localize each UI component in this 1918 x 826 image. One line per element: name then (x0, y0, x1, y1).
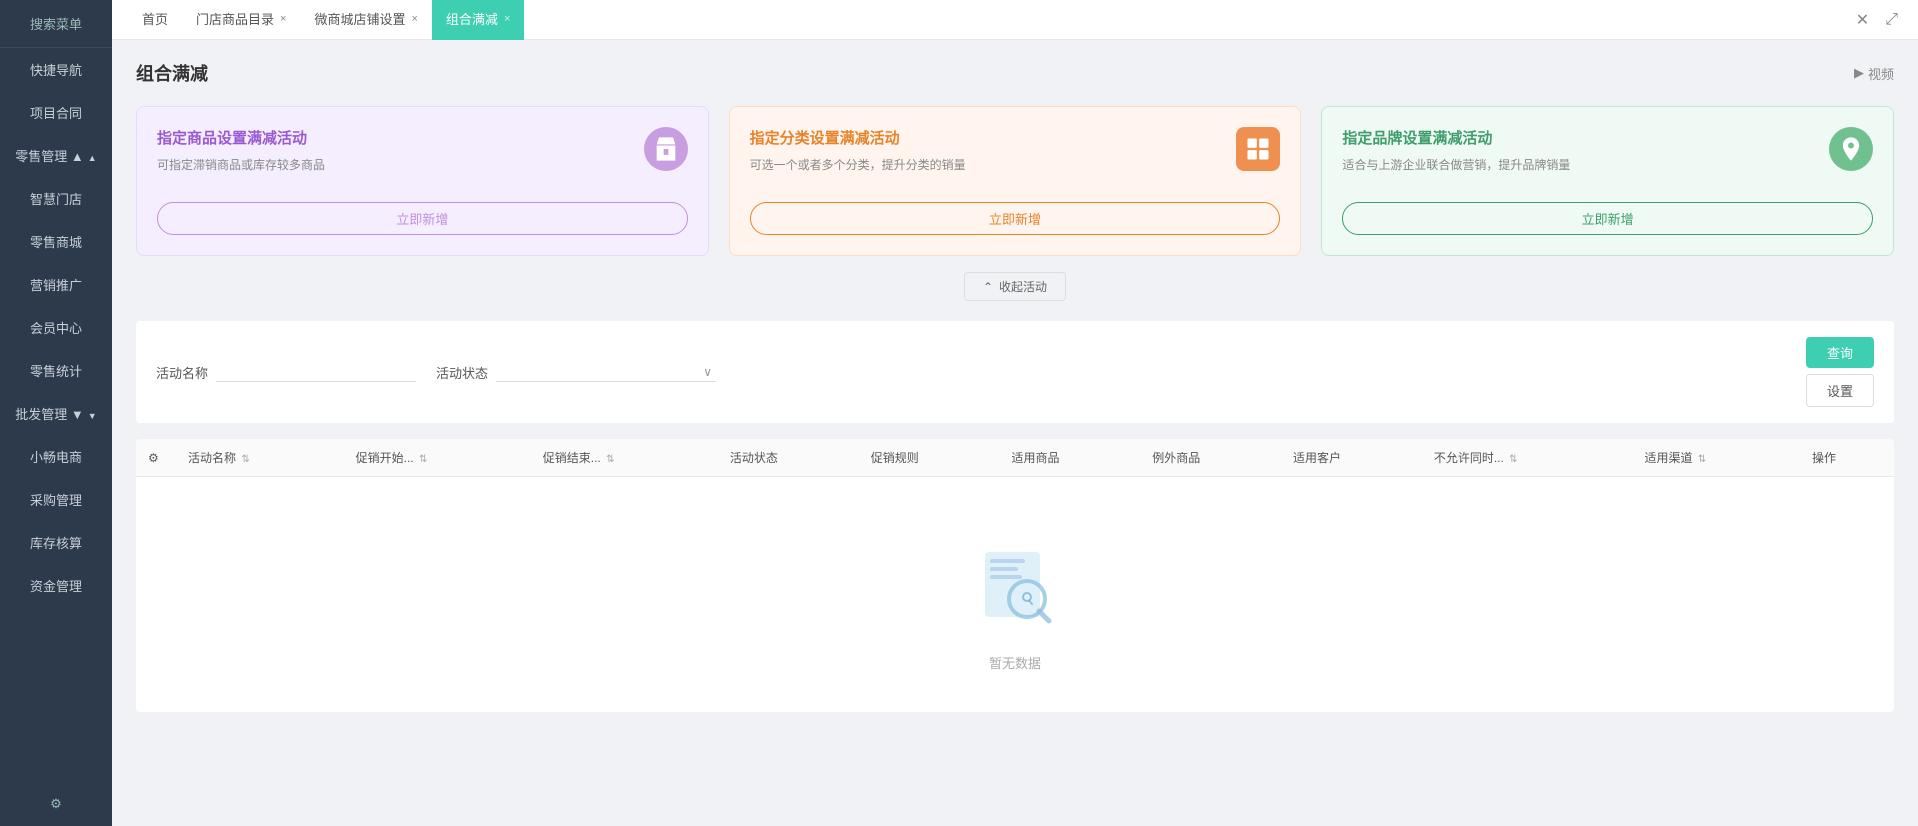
sort-icon: ⇅ (419, 454, 427, 465)
tab-label-wechat-settings: 微商城店铺设置 (314, 9, 405, 28)
tab-close-icon-store-catalog[interactable]: × (280, 13, 286, 25)
promo-cards: 指定商品设置满减活动可指定滞销商品或库存较多商品立即新增指定分类设置满减活动可选… (136, 106, 1894, 256)
table-container: ⚙活动名称 ⇅促销开始... ⇅促销结束... ⇅活动状态促销规则适用商品例外商… (136, 439, 1894, 712)
promo-card-title-specify-category: 指定分类设置满减活动 (750, 127, 1281, 148)
sort-icon: ⇅ (1509, 454, 1517, 465)
activity-status-select-wrapper: 进行中 未开始 已结束 ∨ (496, 362, 716, 382)
promo-card-title-specify-goods: 指定商品设置满减活动 (157, 127, 688, 148)
promo-card-specify-category: 指定分类设置满减活动可选一个或者多个分类，提升分类的销量立即新增 (729, 106, 1302, 256)
page-content: 组合满减 ▶ 视频 指定商品设置满减活动可指定滞销商品或库存较多商品立即新增指定… (112, 40, 1918, 826)
th-except-goods: 例外商品 (1140, 439, 1281, 477)
sidebar-gear-item[interactable]: ⚙ (0, 782, 112, 826)
empty-illustration (965, 537, 1065, 637)
sidebar-item-retail-mgmt[interactable]: 零售管理 ▲ (0, 134, 112, 177)
promo-card-desc-specify-brand: 适合与上游企业联合做营销，提升品牌销量 (1342, 156, 1873, 190)
th-applicable-goods: 适用商品 (999, 439, 1140, 477)
settings-button[interactable]: 设置 (1806, 374, 1874, 407)
tab-close-icon-wechat-settings[interactable]: × (411, 13, 417, 25)
promo-card-icon-specify-category (1236, 127, 1280, 171)
promo-card-desc-specify-goods: 可指定滞销商品或库存较多商品 (157, 156, 688, 190)
th-not-allow-same[interactable]: 不允许同时... ⇅ (1422, 439, 1633, 477)
tab-bar-actions: ✕ ⤢ (1852, 10, 1902, 30)
query-button[interactable]: 查询 (1806, 337, 1874, 368)
sidebar-item-purchase-mgmt[interactable]: 采购管理 (0, 478, 112, 521)
video-link[interactable]: ▶ 视频 (1854, 64, 1894, 83)
sort-icon: ⇅ (241, 454, 249, 465)
promo-card-icon-specify-brand (1829, 127, 1873, 171)
collapse-label: 收起活动 (999, 278, 1047, 295)
gear-icon: ⚙ (50, 796, 62, 811)
th-promo-end[interactable]: 促销结束... ⇅ (531, 439, 718, 477)
collapse-icon: ⌃ (983, 280, 993, 294)
th-gear[interactable]: ⚙ (136, 439, 176, 477)
tab-label-combo-discount: 组合满减 (446, 9, 498, 28)
empty-text: 暂无数据 (989, 653, 1041, 672)
data-table: ⚙活动名称 ⇅促销开始... ⇅促销结束... ⇅活动状态促销规则适用商品例外商… (136, 439, 1894, 477)
sidebar-item-xiaochang-ecom[interactable]: 小畅电商 (0, 435, 112, 478)
video-label: 视频 (1868, 64, 1894, 83)
page-title: 组合满减 (136, 60, 208, 86)
filter-activity-name: 活动名称 (156, 362, 416, 382)
th-activity-status: 活动状态 (718, 439, 859, 477)
sidebar-item-quick-nav[interactable]: 快捷导航 (0, 48, 112, 91)
filter-bar: 活动名称 活动状态 进行中 未开始 已结束 ∨ 查询 设置 (136, 321, 1894, 423)
th-promo-rule: 促销规则 (859, 439, 1000, 477)
th-applicable-channel[interactable]: 适用渠道 ⇅ (1632, 439, 1800, 477)
th-promo-start[interactable]: 促销开始... ⇅ (344, 439, 531, 477)
tab-label-home: 首页 (142, 9, 168, 28)
tab-bar: 首页门店商品目录 ×微商城店铺设置 ×组合满减 × ✕ ⤢ (112, 0, 1918, 40)
promo-card-btn-specify-category[interactable]: 立即新增 (750, 202, 1281, 235)
filter-actions: 查询 设置 (1806, 337, 1874, 407)
tab-wechat-settings[interactable]: 微商城店铺设置 × (300, 0, 431, 40)
promo-card-title-specify-brand: 指定品牌设置满减活动 (1342, 127, 1873, 148)
promo-card-btn-specify-brand[interactable]: 立即新增 (1342, 202, 1873, 235)
sidebar-item-project-contract[interactable]: 项目合同 (0, 91, 112, 134)
sidebar-search[interactable]: 搜索菜单 (0, 0, 112, 48)
promo-card-btn-specify-goods[interactable]: 立即新增 (157, 202, 688, 235)
empty-state: 暂无数据 (136, 477, 1894, 712)
sort-icon: ⇅ (606, 454, 614, 465)
collapse-bar: ⌃ 收起活动 (136, 272, 1894, 301)
activity-name-label: 活动名称 (156, 363, 208, 382)
collapse-button[interactable]: ⌃ 收起活动 (964, 272, 1066, 301)
sidebar-item-inventory-calc[interactable]: 库存核算 (0, 521, 112, 564)
tab-label-store-catalog: 门店商品目录 (196, 9, 274, 28)
th-activity-name[interactable]: 活动名称 ⇅ (176, 439, 344, 477)
filter-activity-status: 活动状态 进行中 未开始 已结束 ∨ (436, 362, 716, 382)
sort-icon: ⇅ (1698, 454, 1706, 465)
sidebar-item-smart-store[interactable]: 智慧门店 (0, 177, 112, 220)
activity-name-input[interactable] (216, 362, 416, 382)
th-applicable-customer: 适用客户 (1281, 439, 1422, 477)
sidebar-item-marketing[interactable]: 营销推广 (0, 263, 112, 306)
main-area: 首页门店商品目录 ×微商城店铺设置 ×组合满减 × ✕ ⤢ 组合满减 ▶ 视频 … (112, 0, 1918, 826)
resize-window-button[interactable]: ⤢ (1881, 10, 1902, 30)
sidebar-item-member-center[interactable]: 会员中心 (0, 306, 112, 349)
tab-store-catalog[interactable]: 门店商品目录 × (182, 0, 300, 40)
close-window-button[interactable]: ✕ (1852, 10, 1873, 30)
promo-card-desc-specify-category: 可选一个或者多个分类，提升分类的销量 (750, 156, 1281, 190)
sidebar-item-retail-mall[interactable]: 零售商城 (0, 220, 112, 263)
promo-card-specify-goods: 指定商品设置满减活动可指定滞销商品或库存较多商品立即新增 (136, 106, 709, 256)
sidebar-item-finance-mgmt[interactable]: 资金管理 (0, 564, 112, 607)
play-icon: ▶ (1854, 65, 1864, 81)
tab-home[interactable]: 首页 (128, 0, 182, 40)
page-header: 组合满减 ▶ 视频 (136, 60, 1894, 86)
promo-card-specify-brand: 指定品牌设置满减活动适合与上游企业联合做营销，提升品牌销量立即新增 (1321, 106, 1894, 256)
activity-status-select[interactable]: 进行中 未开始 已结束 (496, 362, 716, 382)
tab-combo-discount[interactable]: 组合满减 × (432, 0, 524, 40)
promo-card-icon-specify-goods (644, 127, 688, 171)
th-operation: 操作 (1800, 439, 1894, 477)
sidebar-item-retail-stats[interactable]: 零售统计 (0, 349, 112, 392)
sidebar-item-wholesale-mgmt[interactable]: 批发管理 ▼ (0, 392, 112, 435)
tab-close-icon-combo-discount[interactable]: × (504, 13, 510, 25)
activity-status-label: 活动状态 (436, 363, 488, 382)
sidebar: 搜索菜单 快捷导航项目合同零售管理 ▲智慧门店零售商城营销推广会员中心零售统计批… (0, 0, 112, 826)
